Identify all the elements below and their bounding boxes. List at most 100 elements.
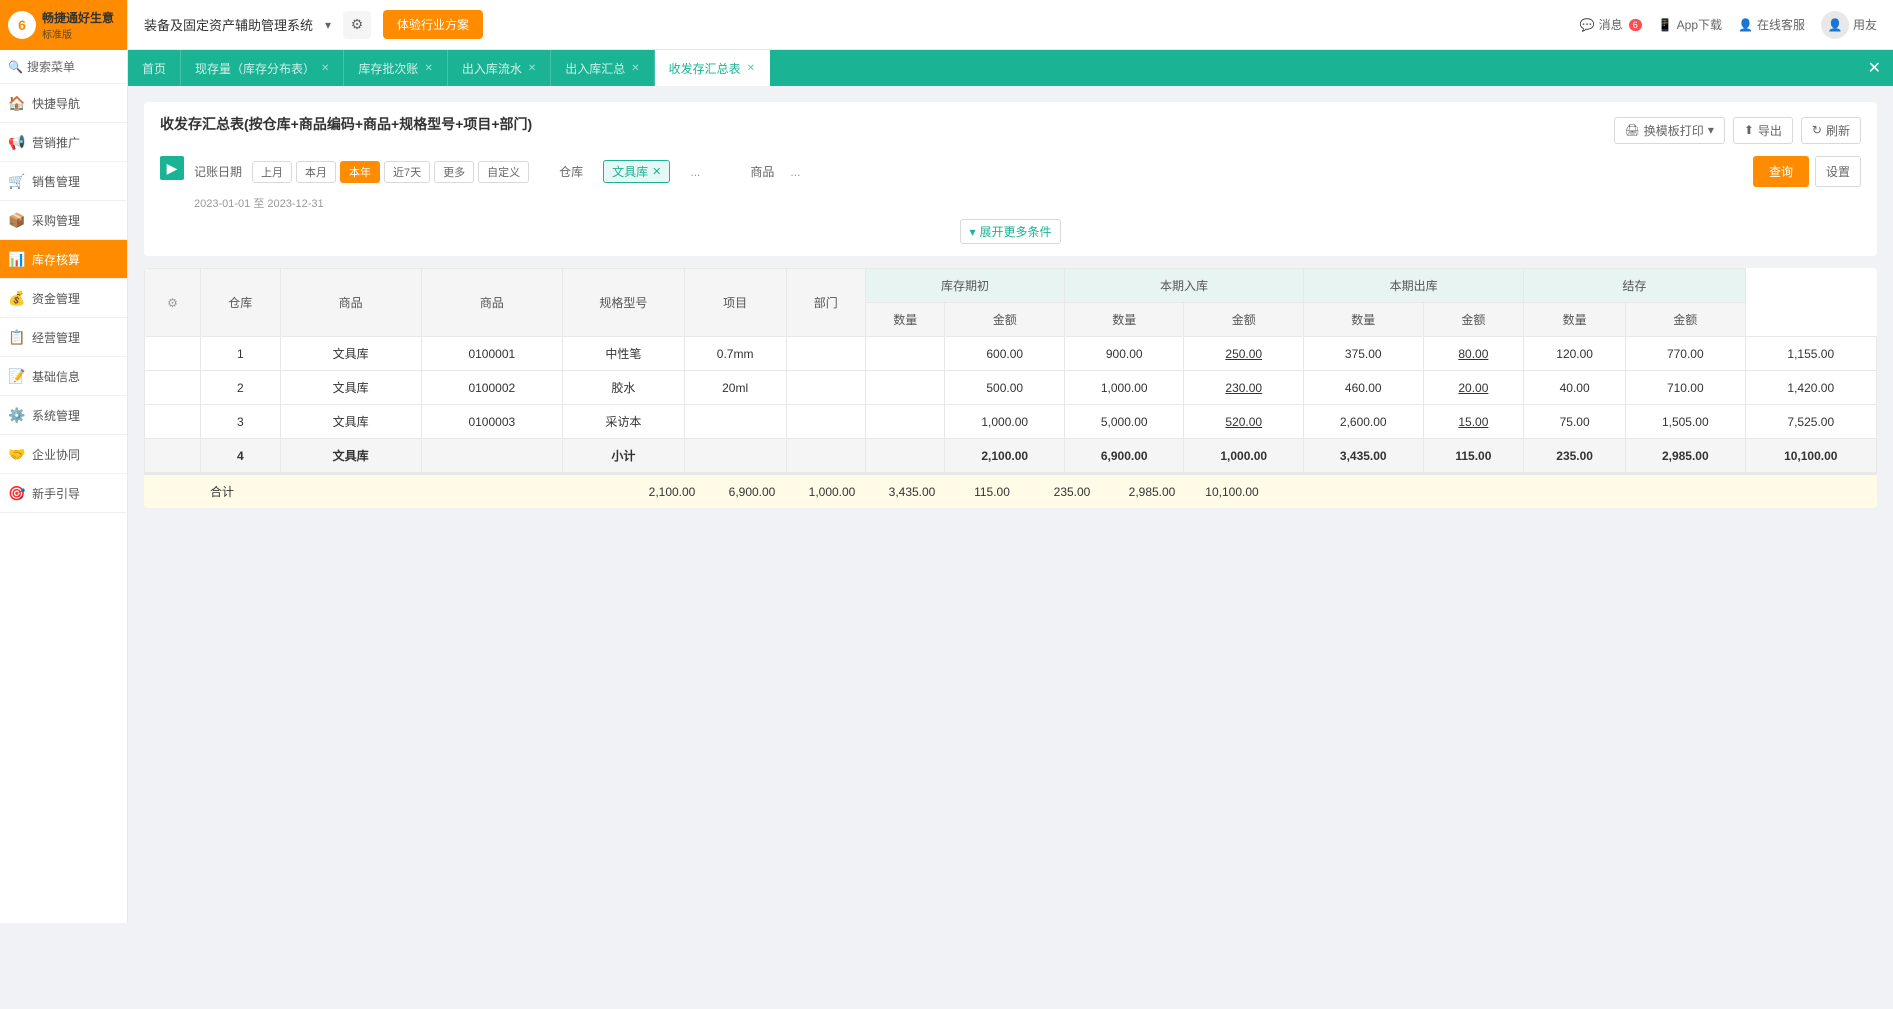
row-out-amt: 235.00 [1524,439,1626,473]
goods-more[interactable]: ... [790,165,800,179]
user-button[interactable]: 👤 用友 [1821,11,1877,39]
warehouse-tag: 文具库 ✕ [603,160,670,183]
tab-flow[interactable]: 出入库流水 ✕ [448,50,551,86]
row-open-qty: 600.00 [945,337,1065,371]
row-in-amt: 2,600.00 [1304,405,1424,439]
tab-receipt-summary[interactable]: 收发存汇总表 ✕ [655,50,770,86]
sidebar-item-inventory[interactable]: 📊 库存核算 [0,240,127,279]
row-goods-code: 0100002 [421,371,562,405]
sidebar-item-basic-info[interactable]: 📝 基础信息 [0,357,127,396]
row-in-qty[interactable]: 250.00 [1184,337,1304,371]
trial-button[interactable]: 体验行业方案 [383,10,483,39]
row-no: 1 [201,337,280,371]
row-no: 3 [201,405,280,439]
row-out-qty[interactable]: 15.00 [1423,405,1524,439]
col-out-qty: 数量 [1304,303,1424,337]
col-open-qty: 数量 [866,303,945,337]
date-btn-custom[interactable]: 自定义 [478,161,529,183]
footer-open-amt: 6,900.00 [712,485,792,499]
tab-close-receipt-summary[interactable]: ✕ [747,63,755,74]
row-warehouse: 文具库 [280,405,421,439]
row-project [786,405,865,439]
query-button[interactable]: 查询 [1753,156,1809,187]
row-warehouse: 文具库 [280,371,421,405]
date-btn-last-month[interactable]: 上月 [252,161,292,183]
expand-conditions-button[interactable]: ▾ 展开更多条件 [960,219,1060,244]
footer-label: 合计 [182,483,262,500]
row-out-qty[interactable]: 20.00 [1423,371,1524,405]
inventory-icon: 📊 [8,250,26,268]
sidebar-item-enterprise[interactable]: 🤝 企业协同 [0,435,127,474]
sidebar-item-quick-nav[interactable]: 🏠 快捷导航 [0,84,127,123]
sidebar-item-sales[interactable]: 🛒 销售管理 [0,162,127,201]
sidebar: 6 畅捷通好生意 标准版 🔍 搜索菜单 🏠 快捷导航 📢 营销推广 🛒 销售管理… [0,0,128,923]
tab-current-stock[interactable]: 现存量（库存分布表） ✕ [181,50,344,86]
tabbar-close-all[interactable]: ✕ [1856,50,1893,86]
logo-icon: 6 [8,11,36,39]
row-goods-name: 胶水 [562,371,684,405]
row-in-qty[interactable]: 520.00 [1184,405,1304,439]
template-print-button[interactable]: 🖨 换模板打印 ▾ [1614,117,1725,144]
sidebar-item-system[interactable]: ⚙️ 系统管理 [0,396,127,435]
row-in-qty: 1,000.00 [1184,439,1304,473]
row-close-amt: 7,525.00 [1745,405,1876,439]
row-goods-spec: 0.7mm [684,337,786,371]
settings-gear-button[interactable]: ⚙ [343,11,371,39]
row-goods-spec [684,439,786,473]
topbar: 装备及固定资产辅助管理系统 ▾ ⚙ 体验行业方案 💬 消息 6 📱 App下载 … [128,0,1893,50]
purchase-icon: 📦 [8,211,26,229]
chevron-down-icon: ▾ [325,18,331,32]
table-row: 2文具库0100002胶水20ml500.001,000.00230.00460… [145,371,1877,405]
filter-toggle-button[interactable]: ▶ [160,156,184,180]
sidebar-item-guide[interactable]: 🎯 新手引导 [0,474,127,513]
footer-out-amt: 235.00 [1032,485,1112,499]
tab-home[interactable]: 首页 [128,50,181,86]
date-btn-this-month[interactable]: 本月 [296,161,336,183]
row-out-amt: 120.00 [1524,337,1626,371]
tab-close-summary[interactable]: ✕ [631,63,639,74]
col-in-header: 本期入库 [1064,269,1303,303]
message-button[interactable]: 💬 消息 6 [1580,16,1642,33]
tab-summary[interactable]: 出入库汇总 ✕ [551,50,654,86]
online-service-button[interactable]: 👤 在线客服 [1738,16,1805,33]
col-project-header: 项目 [684,269,786,337]
row-dept [866,439,945,473]
system-title-dropdown[interactable]: ▾ [325,18,331,32]
row-warehouse: 文具库 [280,439,421,473]
sidebar-item-search[interactable]: 🔍 搜索菜单 [0,50,127,84]
warehouse-more[interactable]: ... [690,165,700,179]
sidebar-item-operation[interactable]: 📋 经营管理 [0,318,127,357]
col-warehouse-header: 仓库 [201,269,280,337]
row-settings-cell [145,337,201,371]
row-open-qty: 500.00 [945,371,1065,405]
tab-batch[interactable]: 库存批次账 ✕ [344,50,447,86]
sidebar-item-purchase[interactable]: 📦 采购管理 [0,201,127,240]
system-title: 装备及固定资产辅助管理系统 [144,15,313,34]
home-icon: 🏠 [8,94,26,112]
date-btn-this-year[interactable]: 本年 [340,161,380,183]
row-in-qty[interactable]: 230.00 [1184,371,1304,405]
row-out-qty[interactable]: 80.00 [1423,337,1524,371]
sidebar-item-marketing[interactable]: 📢 营销推广 [0,123,127,162]
row-dept [866,405,945,439]
chevron-down-icon: ▾ [1708,123,1714,137]
export-icon: ⬆ [1744,123,1754,137]
date-btn-7days[interactable]: 近7天 [384,161,430,183]
export-button[interactable]: ⬆ 导出 [1733,117,1793,144]
footer-out-qty: 115.00 [952,485,1032,499]
settings-button[interactable]: 设置 [1815,156,1861,187]
warehouse-tag-close[interactable]: ✕ [652,165,661,178]
date-btn-more[interactable]: 更多 [434,161,474,183]
row-dept [866,371,945,405]
col-goods-spec-header: 规格型号 [562,269,684,337]
footer-in-qty: 1,000.00 [792,485,872,499]
refresh-button[interactable]: ↻ 刷新 [1801,117,1861,144]
tab-close-current-stock[interactable]: ✕ [321,63,329,74]
tab-close-flow[interactable]: ✕ [528,63,536,74]
col-settings-header[interactable]: ⚙ [145,269,201,337]
tab-close-batch[interactable]: ✕ [424,63,432,74]
row-close-amt: 1,420.00 [1745,371,1876,405]
app-download-button[interactable]: 📱 App下载 [1658,16,1722,33]
sidebar-item-finance[interactable]: 💰 资金管理 [0,279,127,318]
row-settings-cell [145,371,201,405]
